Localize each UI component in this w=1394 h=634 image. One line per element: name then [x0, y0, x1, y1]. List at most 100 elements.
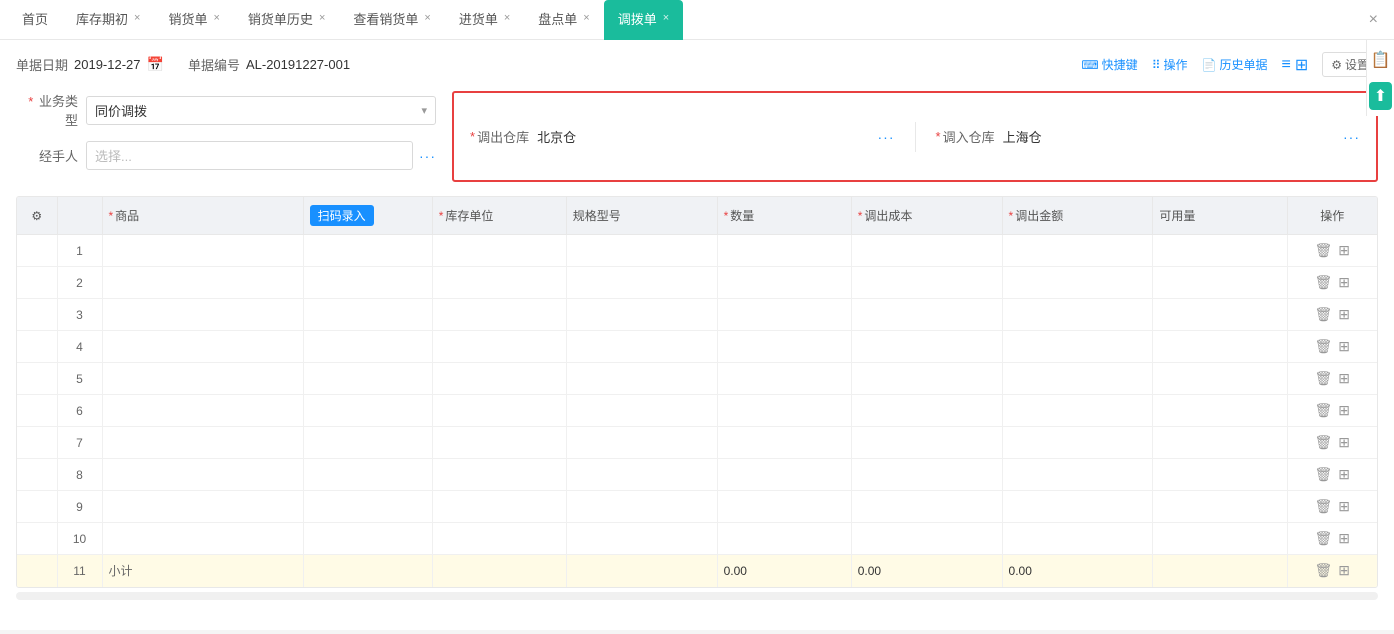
target-warehouse-value[interactable]: 上海仓	[1003, 127, 1343, 146]
row-copy-icon[interactable]: ⊞	[1338, 530, 1350, 547]
th-cost: *调出成本	[851, 197, 1002, 235]
row-product-cell[interactable]	[102, 331, 303, 363]
row-product-cell[interactable]	[102, 395, 303, 427]
subtotal-delete-icon[interactable]: 🗑	[1314, 562, 1332, 579]
tab-view-sales-close[interactable]: ×	[424, 13, 430, 24]
tab-purchase-order[interactable]: 进货单 ×	[445, 0, 524, 40]
sidebar-expand-icon[interactable]: ⬆	[1369, 82, 1392, 110]
tab-sales-order-close[interactable]: ×	[213, 13, 219, 24]
row-copy-icon[interactable]: ⊞	[1338, 274, 1350, 291]
operator-more-icon[interactable]: ···	[419, 148, 436, 164]
row-product-cell[interactable]	[102, 299, 303, 331]
source-warehouse-more-icon[interactable]: ···	[878, 129, 895, 145]
tab-sales-history-close[interactable]: ×	[319, 13, 325, 24]
row-copy-icon[interactable]: ⊞	[1338, 498, 1350, 515]
row-delete-icon[interactable]: 🗑	[1314, 242, 1332, 259]
row-qty-cell[interactable]	[717, 299, 851, 331]
tab-transfer-order[interactable]: 调拨单 ×	[604, 0, 683, 40]
layout-icon-2[interactable]: ⊞	[1295, 55, 1308, 75]
tab-inventory-init[interactable]: 库存期初 ×	[62, 0, 154, 40]
row-qty-cell[interactable]	[717, 491, 851, 523]
row-amount-cell[interactable]	[1002, 459, 1153, 491]
row-copy-icon[interactable]: ⊞	[1338, 370, 1350, 387]
sidebar-doc-icon[interactable]: 📋	[1367, 46, 1394, 74]
row-amount-cell[interactable]	[1002, 523, 1153, 555]
row-qty-cell[interactable]	[717, 267, 851, 299]
tab-purchase-order-close[interactable]: ×	[504, 13, 510, 24]
calendar-icon[interactable]: 📅	[147, 56, 164, 73]
tab-sales-order[interactable]: 销货单 ×	[154, 0, 233, 40]
row-cost-cell[interactable]	[851, 459, 1002, 491]
row-delete-icon[interactable]: 🗑	[1314, 402, 1332, 419]
row-cost-cell[interactable]	[851, 491, 1002, 523]
row-delete-icon[interactable]: 🗑	[1314, 466, 1332, 483]
row-delete-icon[interactable]: 🗑	[1314, 530, 1332, 547]
row-copy-icon[interactable]: ⊞	[1338, 242, 1350, 259]
row-product-cell[interactable]	[102, 459, 303, 491]
row-cost-cell[interactable]	[851, 331, 1002, 363]
scan-button[interactable]: 扫码录入	[310, 205, 374, 226]
tab-sales-history[interactable]: 销货单历史 ×	[234, 0, 339, 40]
row-product-cell[interactable]	[102, 235, 303, 267]
row-amount-cell[interactable]	[1002, 491, 1153, 523]
row-amount-cell[interactable]	[1002, 235, 1153, 267]
business-type-select[interactable]: 同价调拨 ▾	[86, 96, 436, 125]
row-product-cell[interactable]	[102, 267, 303, 299]
layout-icon-1[interactable]: ≡	[1281, 56, 1290, 74]
row-copy-icon[interactable]: ⊞	[1338, 306, 1350, 323]
row-delete-icon[interactable]: 🗑	[1314, 370, 1332, 387]
row-qty-cell[interactable]	[717, 523, 851, 555]
row-amount-cell[interactable]	[1002, 395, 1153, 427]
row-copy-icon[interactable]: ⊞	[1338, 466, 1350, 483]
row-amount-cell[interactable]	[1002, 267, 1153, 299]
target-warehouse-more-icon[interactable]: ···	[1343, 129, 1360, 145]
row-product-cell[interactable]	[102, 363, 303, 395]
tab-inventory-check[interactable]: 盘点单 ×	[524, 0, 603, 40]
row-cost-cell[interactable]	[851, 427, 1002, 459]
row-qty-cell[interactable]	[717, 395, 851, 427]
subtotal-copy-icon[interactable]: ⊞	[1338, 562, 1350, 579]
tab-inventory-init-close[interactable]: ×	[134, 13, 140, 24]
row-cost-cell[interactable]	[851, 267, 1002, 299]
tab-view-sales[interactable]: 查看销货单 ×	[339, 0, 444, 40]
history-link[interactable]: 📄 历史单据	[1202, 56, 1268, 73]
row-cost-cell[interactable]	[851, 395, 1002, 427]
row-amount-cell[interactable]	[1002, 363, 1153, 395]
row-copy-icon[interactable]: ⊞	[1338, 402, 1350, 419]
row-qty-cell[interactable]	[717, 331, 851, 363]
row-cost-cell[interactable]	[851, 363, 1002, 395]
row-settings-cell	[17, 363, 57, 395]
row-qty-cell[interactable]	[717, 363, 851, 395]
row-amount-cell[interactable]	[1002, 331, 1153, 363]
row-delete-icon[interactable]: 🗑	[1314, 274, 1332, 291]
row-product-cell[interactable]	[102, 427, 303, 459]
operations-link[interactable]: ⠿ 操作	[1152, 56, 1188, 73]
tab-home[interactable]: 首页	[8, 0, 62, 40]
row-delete-icon[interactable]: 🗑	[1314, 498, 1332, 515]
row-cost-cell[interactable]	[851, 299, 1002, 331]
row-delete-icon[interactable]: 🗑	[1314, 306, 1332, 323]
row-cost-cell[interactable]	[851, 523, 1002, 555]
row-cost-cell[interactable]	[851, 235, 1002, 267]
shortcuts-link[interactable]: ⌨ 快捷键	[1081, 56, 1137, 73]
source-warehouse-value[interactable]: 北京仓	[537, 127, 877, 146]
row-qty-cell[interactable]	[717, 427, 851, 459]
date-value[interactable]: 2019-12-27	[74, 57, 141, 72]
tab-transfer-order-close[interactable]: ×	[663, 13, 669, 24]
th-settings[interactable]: ⚙	[17, 197, 57, 235]
row-copy-icon[interactable]: ⊞	[1338, 338, 1350, 355]
row-copy-icon[interactable]: ⊞	[1338, 434, 1350, 451]
tab-bar-close-button[interactable]: ×	[1361, 11, 1386, 29]
row-qty-cell[interactable]	[717, 459, 851, 491]
operator-select[interactable]: 选择...	[86, 141, 413, 170]
row-qty-cell[interactable]	[717, 235, 851, 267]
row-amount-cell[interactable]	[1002, 427, 1153, 459]
row-amount-cell[interactable]	[1002, 299, 1153, 331]
tab-inventory-check-close[interactable]: ×	[583, 13, 589, 24]
row-delete-icon[interactable]: 🗑	[1314, 434, 1332, 451]
row-product-cell[interactable]	[102, 491, 303, 523]
horizontal-scrollbar[interactable]	[16, 592, 1378, 600]
row-delete-icon[interactable]: 🗑	[1314, 338, 1332, 355]
row-product-cell[interactable]	[102, 523, 303, 555]
data-table: ⚙ *商品 扫码录入 *库存单位 规格型号 *数量	[17, 197, 1377, 587]
